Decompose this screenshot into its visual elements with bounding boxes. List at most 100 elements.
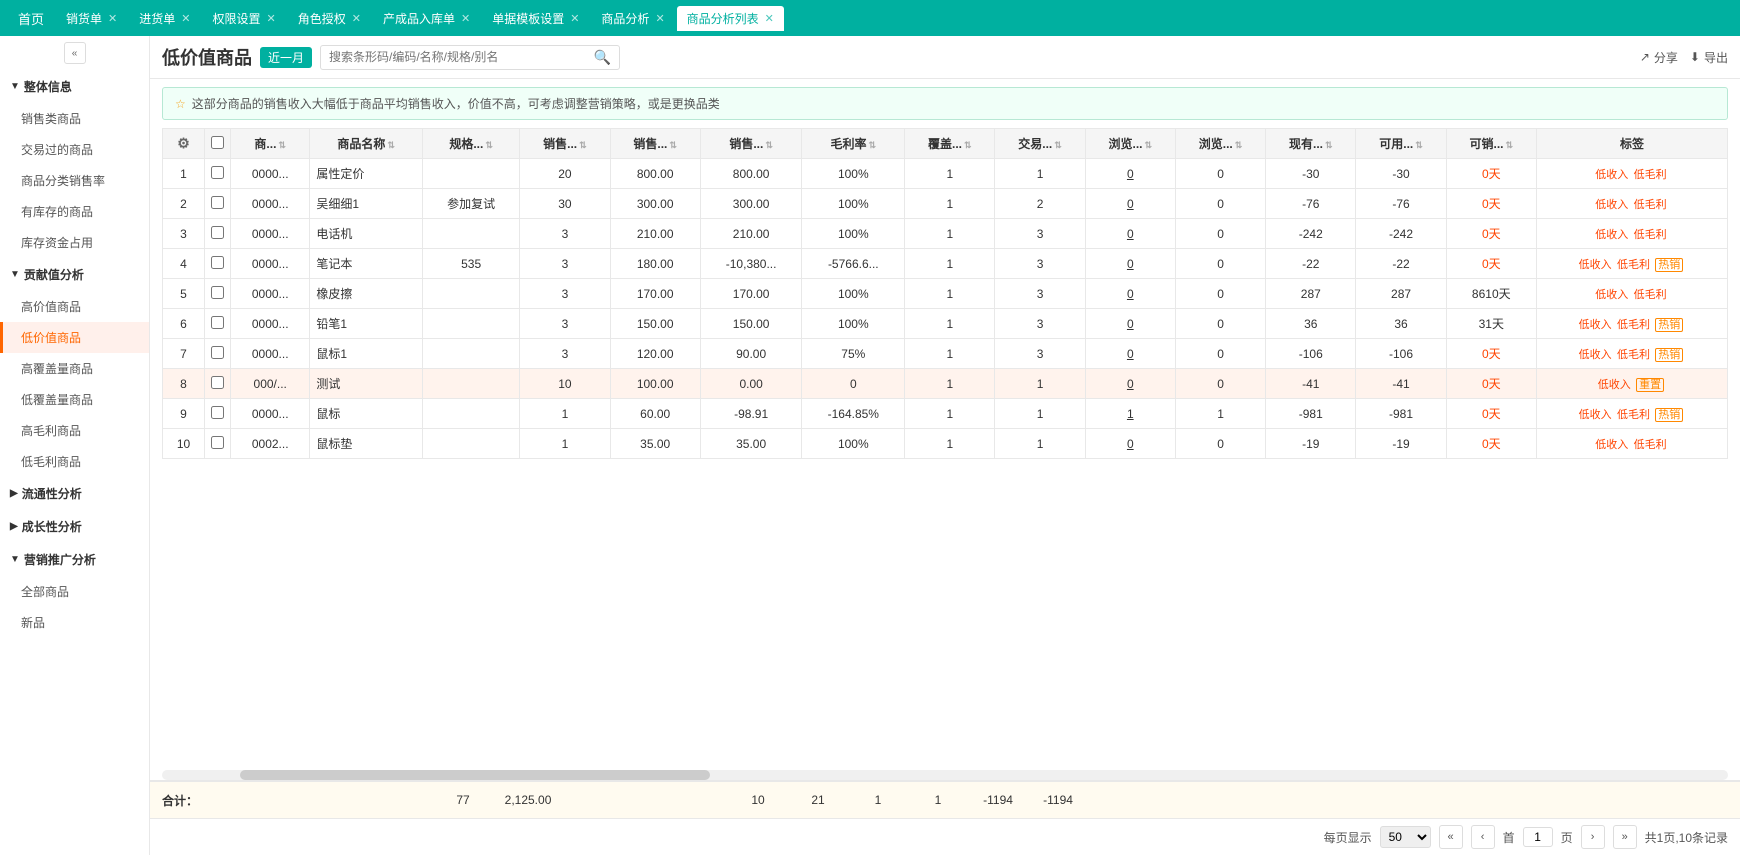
browse1-link[interactable]: 0	[1127, 197, 1134, 211]
close-icon[interactable]: ✕	[461, 12, 470, 25]
cell-s7[interactable]: 0	[1085, 369, 1175, 399]
cell-checkbox[interactable]	[205, 219, 231, 249]
cell-name[interactable]: 吴细细1	[310, 189, 423, 219]
sidebar-section-marketing[interactable]: ▼ 营销推广分析	[0, 543, 149, 576]
cell-checkbox[interactable]	[205, 339, 231, 369]
browse1-link[interactable]: 1	[1127, 407, 1134, 421]
col-margin[interactable]: 毛利率⇅	[802, 129, 905, 159]
col-coverage[interactable]: 覆盖...⇅	[905, 129, 995, 159]
col-available-stock[interactable]: 可用...⇅	[1356, 129, 1446, 159]
row-checkbox[interactable]	[211, 436, 224, 449]
nav-home[interactable]: 首页	[8, 5, 54, 32]
row-checkbox[interactable]	[211, 346, 224, 359]
cell-s7[interactable]: 0	[1085, 159, 1175, 189]
col-trade[interactable]: 交易...⇅	[995, 129, 1085, 159]
cell-checkbox[interactable]	[205, 249, 231, 279]
browse1-link[interactable]: 0	[1127, 287, 1134, 301]
sidebar-item-stock-capital[interactable]: 库存资金占用	[0, 227, 149, 258]
row-checkbox[interactable]	[211, 316, 224, 329]
page-number-input[interactable]	[1523, 827, 1553, 847]
cell-checkbox[interactable]	[205, 189, 231, 219]
col-s1[interactable]: 销售...⇅	[520, 129, 610, 159]
nav-roles[interactable]: 角色授权 ✕	[288, 6, 371, 31]
sidebar-item-low-margin[interactable]: 低毛利商品	[0, 446, 149, 477]
sidebar-item-new-goods[interactable]: 新品	[0, 607, 149, 638]
col-s3[interactable]: 销售...⇅	[700, 129, 802, 159]
sidebar-item-high-margin[interactable]: 高毛利商品	[0, 415, 149, 446]
nav-analysis[interactable]: 商品分析 ✕	[591, 6, 674, 31]
browse1-link[interactable]: 0	[1127, 227, 1134, 241]
row-checkbox[interactable]	[211, 196, 224, 209]
search-input[interactable]	[329, 50, 590, 64]
cell-name[interactable]: 铅笔1	[310, 309, 423, 339]
cell-s7[interactable]: 0	[1085, 249, 1175, 279]
cell-checkbox[interactable]	[205, 399, 231, 429]
browse1-link[interactable]: 0	[1127, 257, 1134, 271]
cell-s7[interactable]: 0	[1085, 339, 1175, 369]
first-page-btn[interactable]: «	[1439, 825, 1463, 849]
next-page-btn[interactable]: ›	[1581, 825, 1605, 849]
cell-name[interactable]: 橡皮擦	[310, 279, 423, 309]
per-page-select[interactable]: 50 100 200	[1380, 826, 1431, 848]
row-checkbox[interactable]	[211, 256, 224, 269]
col-s2[interactable]: 销售...⇅	[610, 129, 700, 159]
nav-sales[interactable]: 销货单 ✕	[56, 6, 127, 31]
cell-name[interactable]: 鼠标垫	[310, 429, 423, 459]
settings-icon[interactable]: ⚙	[177, 135, 190, 151]
close-icon[interactable]: ✕	[267, 12, 276, 25]
cell-name[interactable]: 属性定价	[310, 159, 423, 189]
col-browse1[interactable]: 浏览...⇅	[1085, 129, 1175, 159]
nav-permissions[interactable]: 权限设置 ✕	[202, 6, 285, 31]
col-sellable-stock[interactable]: 可销...⇅	[1446, 129, 1536, 159]
filter-badge[interactable]: 近一月	[260, 47, 312, 68]
export-button[interactable]: ⬇ 导出	[1690, 49, 1728, 66]
browse1-link[interactable]: 0	[1127, 317, 1134, 331]
browse1-link[interactable]: 0	[1127, 437, 1134, 451]
cell-name[interactable]: 鼠标1	[310, 339, 423, 369]
cell-name[interactable]: 鼠标	[310, 399, 423, 429]
browse1-link[interactable]: 0	[1127, 377, 1134, 391]
close-icon[interactable]: ✕	[655, 12, 664, 25]
col-gear[interactable]: ⚙	[163, 129, 205, 159]
close-icon[interactable]: ✕	[765, 12, 774, 25]
cell-name[interactable]: 测试	[310, 369, 423, 399]
nav-products-in[interactable]: 产成品入库单 ✕	[373, 6, 480, 31]
col-name[interactable]: 商品名称⇅	[310, 129, 423, 159]
sidebar-item-sales-goods[interactable]: 销售类商品	[0, 103, 149, 134]
col-browse2[interactable]: 浏览...⇅	[1175, 129, 1265, 159]
cell-s7[interactable]: 1	[1085, 399, 1175, 429]
cell-checkbox[interactable]	[205, 159, 231, 189]
row-checkbox[interactable]	[211, 166, 224, 179]
row-checkbox[interactable]	[211, 376, 224, 389]
nav-template[interactable]: 单据模板设置 ✕	[482, 6, 589, 31]
sidebar-item-traded-goods[interactable]: 交易过的商品	[0, 134, 149, 165]
select-all-checkbox[interactable]	[211, 136, 224, 149]
prev-page-btn[interactable]: ‹	[1471, 825, 1495, 849]
cell-name[interactable]: 笔记本	[310, 249, 423, 279]
last-page-btn[interactable]: »	[1613, 825, 1637, 849]
sidebar-item-high-value[interactable]: 高价值商品	[0, 291, 149, 322]
cell-checkbox[interactable]	[205, 309, 231, 339]
col-current-stock[interactable]: 现有...⇅	[1266, 129, 1356, 159]
sidebar-section-contribution[interactable]: ▼ 贡献值分析	[0, 258, 149, 291]
sidebar-item-stocked-goods[interactable]: 有库存的商品	[0, 196, 149, 227]
close-icon[interactable]: ✕	[570, 12, 579, 25]
cell-s7[interactable]: 0	[1085, 279, 1175, 309]
cell-s7[interactable]: 0	[1085, 189, 1175, 219]
sidebar-section-growth[interactable]: ▶ 成长性分析	[0, 510, 149, 543]
cell-checkbox[interactable]	[205, 369, 231, 399]
browse1-link[interactable]: 0	[1127, 347, 1134, 361]
close-icon[interactable]: ✕	[108, 12, 117, 25]
sidebar-section-circulation[interactable]: ▶ 流通性分析	[0, 477, 149, 510]
cell-checkbox[interactable]	[205, 429, 231, 459]
nav-purchase[interactable]: 进货单 ✕	[129, 6, 200, 31]
sidebar-collapse-btn[interactable]: «	[64, 42, 86, 64]
browse1-link[interactable]: 0	[1127, 167, 1134, 181]
close-icon[interactable]: ✕	[352, 12, 361, 25]
search-icon[interactable]: 🔍	[594, 49, 611, 66]
sidebar-item-low-value[interactable]: 低价值商品	[0, 322, 149, 353]
nav-analysis-list[interactable]: 商品分析列表 ✕	[677, 6, 784, 31]
sidebar-section-overview[interactable]: ▼ 整体信息	[0, 70, 149, 103]
col-code[interactable]: 商...⇅	[231, 129, 310, 159]
cell-checkbox[interactable]	[205, 279, 231, 309]
